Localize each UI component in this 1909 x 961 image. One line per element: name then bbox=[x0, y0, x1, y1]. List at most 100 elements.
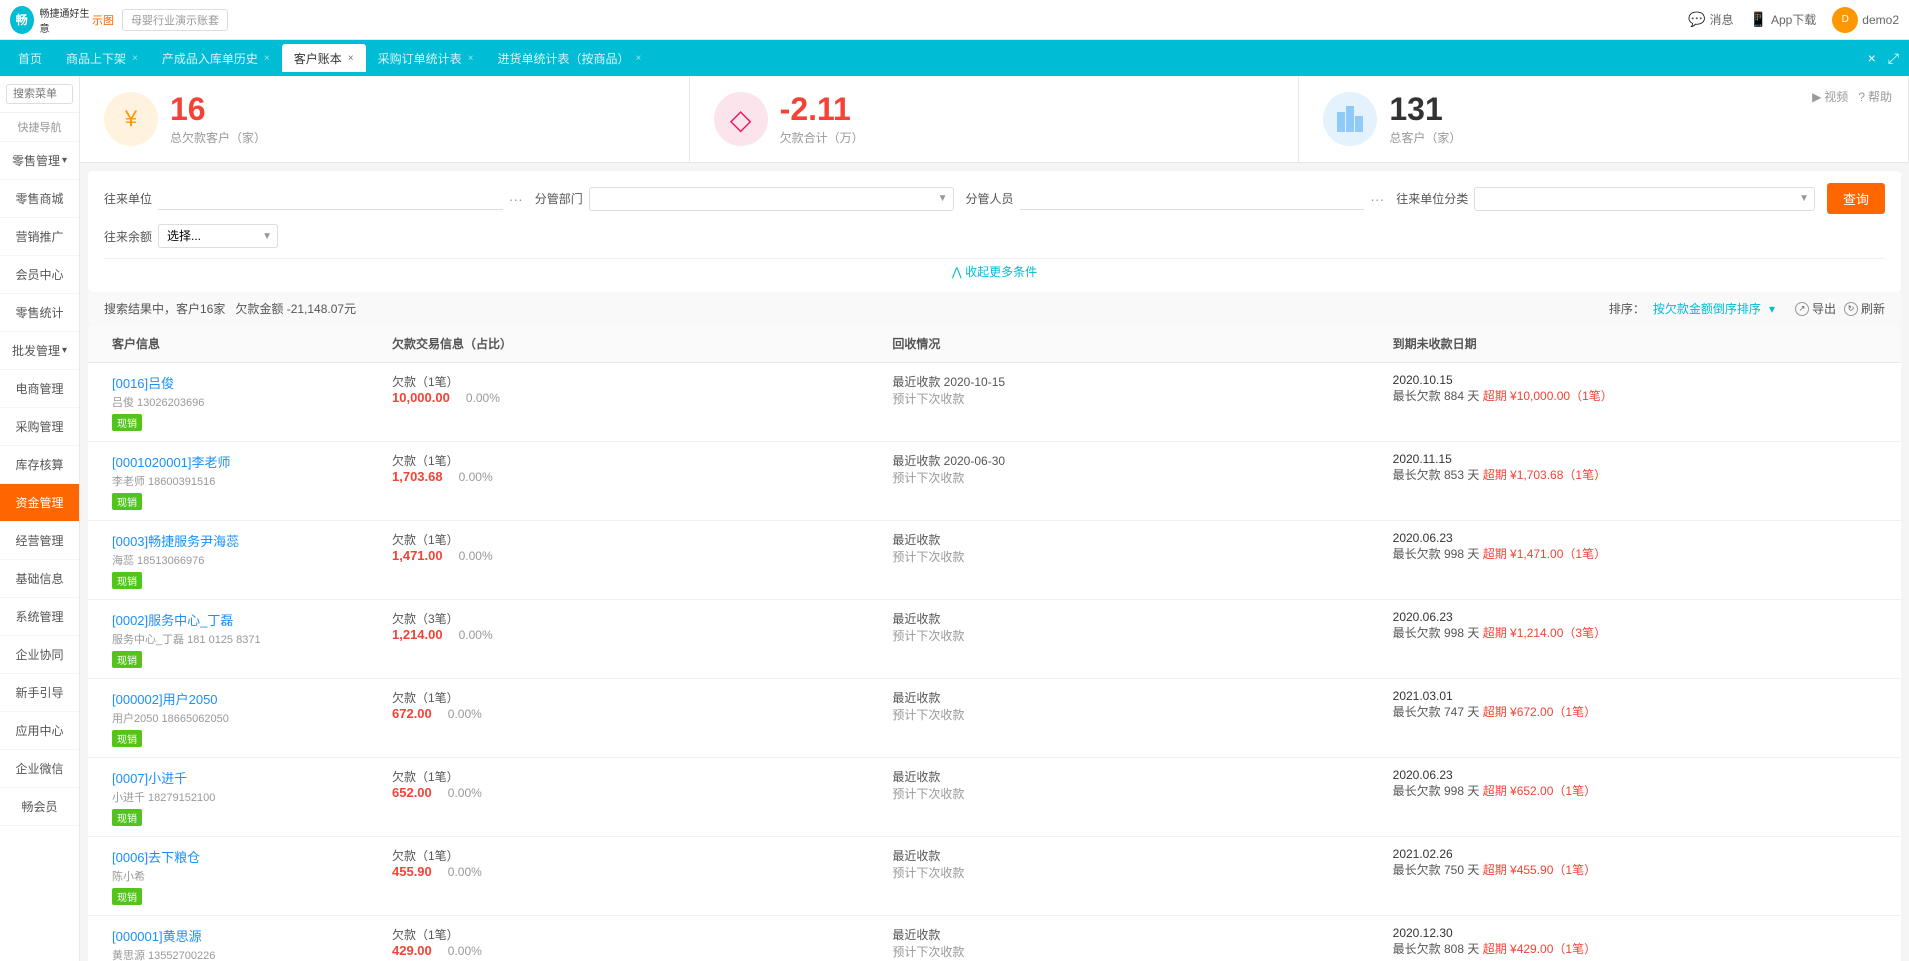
sidebar-item-finance[interactable]: 资金管理 bbox=[0, 484, 79, 522]
tab-customer-close[interactable]: × bbox=[348, 53, 354, 64]
customer-name[interactable]: [0003]畅捷服务尹海蕊 bbox=[112, 531, 376, 550]
collection-info-cell: 最近收款 预计下次收款 bbox=[884, 610, 1384, 644]
sort-select[interactable]: 按欠款金额倒序排序 bbox=[1653, 300, 1761, 317]
filter-input-person[interactable] bbox=[1020, 187, 1365, 210]
filter-label-from-unit: 往来单位 bbox=[104, 190, 152, 207]
sidebar-item-retail-stat[interactable]: 零售统计 bbox=[0, 294, 79, 332]
debt-pct: 0.00% bbox=[448, 944, 482, 958]
debt-amount[interactable]: 1,703.68 bbox=[392, 469, 443, 484]
sidebar-item-operation[interactable]: 经营管理 bbox=[0, 522, 79, 560]
tab-goods-close[interactable]: × bbox=[132, 53, 138, 64]
overdue-link[interactable]: 超期 ¥455.90（1笔） bbox=[1483, 863, 1596, 877]
export-btn[interactable]: ↗ 导出 bbox=[1795, 300, 1836, 317]
sidebar-item-retail-mgmt[interactable]: 零售管理 ▾ bbox=[0, 142, 79, 180]
debt-count: 欠款（1笔） bbox=[392, 452, 876, 469]
sidebar-item-wechat[interactable]: 企业微信 bbox=[0, 750, 79, 788]
overdue-link[interactable]: 超期 ¥1,471.00（1笔） bbox=[1483, 547, 1606, 561]
tab-products-close[interactable]: × bbox=[264, 53, 270, 64]
filter-group-person: 分管人员 ··· bbox=[966, 187, 1385, 210]
sidebar-search-area bbox=[0, 76, 79, 113]
sidebar-item-app-center[interactable]: 应用中心 bbox=[0, 712, 79, 750]
customer-name[interactable]: [0006]去下粮仓 bbox=[112, 847, 376, 866]
filter-ellipsis-person[interactable]: ··· bbox=[1370, 191, 1384, 207]
debt-info-cell: 欠款（1笔） 1,471.00 0.00% bbox=[384, 531, 884, 563]
customer-name[interactable]: [000002]用户2050 bbox=[112, 689, 376, 708]
debt-amount[interactable]: 455.90 bbox=[392, 864, 432, 879]
stat-info-debt-customers: 16 总欠款客户（家） bbox=[170, 93, 266, 146]
sidebar-item-system[interactable]: 系统管理 bbox=[0, 598, 79, 636]
refresh-btn[interactable]: ↻ 刷新 bbox=[1844, 300, 1885, 317]
customer-tag: 现销 bbox=[112, 414, 142, 431]
debt-pct: 0.00% bbox=[448, 786, 482, 800]
search-input[interactable] bbox=[6, 84, 73, 104]
tab-purchase[interactable]: 采购订单统计表 × bbox=[366, 44, 486, 72]
collection-next: 预计下次收款 bbox=[892, 627, 1376, 644]
overdue-link[interactable]: 超期 ¥652.00（1笔） bbox=[1483, 784, 1596, 798]
customer-name[interactable]: [0002]服务中心_丁磊 bbox=[112, 610, 376, 629]
sidebar-item-batch-mgmt[interactable]: 批发管理 ▾ bbox=[0, 332, 79, 370]
filter-select-balance[interactable]: 选择... bbox=[158, 224, 278, 248]
industry-label: 母婴行业演示账套 bbox=[122, 9, 228, 31]
debt-amount[interactable]: 429.00 bbox=[392, 943, 432, 958]
customer-name[interactable]: [0016]吕俊 bbox=[112, 373, 376, 392]
sidebar-item-guide[interactable]: 新手引导 bbox=[0, 674, 79, 712]
help-btn[interactable]: ? 帮助 bbox=[1858, 88, 1892, 105]
sidebar-item-purchase-mgmt[interactable]: 采购管理 bbox=[0, 408, 79, 446]
user-menu[interactable]: D demo2 bbox=[1832, 7, 1899, 33]
customer-tag: 现销 bbox=[112, 572, 142, 589]
sidebar-item-marketing[interactable]: 营销推广 bbox=[0, 218, 79, 256]
tab-customer[interactable]: 客户账本 × bbox=[282, 44, 366, 72]
search-button[interactable]: 查询 bbox=[1827, 183, 1885, 214]
sidebar-item-quick-nav: 快捷导航 bbox=[0, 113, 79, 142]
customer-name[interactable]: [0007]小进千 bbox=[112, 768, 376, 787]
sidebar-item-vip[interactable]: 畅会员 bbox=[0, 788, 79, 826]
debt-count: 欠款（3笔） bbox=[392, 610, 876, 627]
app-download-btn[interactable]: 📱 App下载 bbox=[1750, 11, 1817, 28]
collection-date: 最近收款 bbox=[892, 689, 1376, 706]
overdue-link[interactable]: 超期 ¥10,000.00（1笔） bbox=[1483, 389, 1613, 403]
tab-goods[interactable]: 商品上下架 × bbox=[54, 44, 150, 72]
video-btn[interactable]: ▶ 视频 bbox=[1812, 88, 1848, 105]
filter-select-dept[interactable] bbox=[589, 187, 954, 211]
close-all-tabs-btn[interactable]: × bbox=[1864, 48, 1880, 69]
message-btn[interactable]: 💬 消息 bbox=[1688, 11, 1733, 28]
overdue-link[interactable]: 超期 ¥672.00（1笔） bbox=[1483, 705, 1596, 719]
overdue-days: 最长欠款 998 天 超期 ¥1,471.00（1笔） bbox=[1393, 545, 1877, 562]
sidebar-item-member[interactable]: 会员中心 bbox=[0, 256, 79, 294]
filter-select-unit-type[interactable] bbox=[1474, 187, 1815, 211]
customer-name[interactable]: [0001020001]李老师 bbox=[112, 452, 376, 471]
debt-amount[interactable]: 1,471.00 bbox=[392, 548, 443, 563]
debt-amount[interactable]: 672.00 bbox=[392, 706, 432, 721]
tab-home[interactable]: 首页 bbox=[6, 44, 54, 72]
filter-ellipsis-from-unit[interactable]: ··· bbox=[509, 191, 523, 207]
overdue-link[interactable]: 超期 ¥1,214.00（3笔） bbox=[1483, 626, 1606, 640]
sidebar-item-retail-mall[interactable]: 零售商城 bbox=[0, 180, 79, 218]
customer-name[interactable]: [000001]黄思源 bbox=[112, 926, 376, 945]
debt-amount[interactable]: 1,214.00 bbox=[392, 627, 443, 642]
collapse-bar[interactable]: ⋀ 收起更多条件 bbox=[104, 258, 1885, 284]
sidebar-item-ecommerce[interactable]: 电商管理 bbox=[0, 370, 79, 408]
content-area: ¥ 16 总欠款客户（家） ◇ -2.11 欠款合计（万） bbox=[80, 76, 1909, 961]
overdue-link[interactable]: 超期 ¥429.00（1笔） bbox=[1483, 942, 1596, 956]
collection-info-cell: 最近收款 2020-10-15 预计下次收款 bbox=[884, 373, 1384, 407]
debt-amount[interactable]: 10,000.00 bbox=[392, 390, 450, 405]
sidebar-item-basic-info[interactable]: 基础信息 bbox=[0, 560, 79, 598]
sidebar-item-stock-check[interactable]: 库存核算 bbox=[0, 446, 79, 484]
customer-tag: 现销 bbox=[112, 730, 142, 747]
customer-tag: 现销 bbox=[112, 493, 142, 510]
collection-date: 最近收款 bbox=[892, 847, 1376, 864]
stat-icon-debt-amount: ◇ bbox=[714, 92, 768, 146]
tab-products[interactable]: 产成品入库单历史 × bbox=[150, 44, 282, 72]
debt-amount[interactable]: 652.00 bbox=[392, 785, 432, 800]
filter-input-from-unit[interactable] bbox=[158, 187, 503, 210]
table-row: [0001020001]李老师 李老师 18600391516 现销 欠款（1笔… bbox=[88, 442, 1901, 521]
tab-instock-close[interactable]: × bbox=[635, 53, 641, 64]
sidebar-item-enterprise[interactable]: 企业协同 bbox=[0, 636, 79, 674]
debt-count: 欠款（1笔） bbox=[392, 689, 876, 706]
due-date-cell: 2020.06.23 最长欠款 998 天 超期 ¥1,214.00（3笔） bbox=[1385, 610, 1885, 641]
due-date: 2020.12.30 bbox=[1393, 926, 1877, 940]
overdue-link[interactable]: 超期 ¥1,703.68（1笔） bbox=[1483, 468, 1606, 482]
expand-tabs-btn[interactable]: ⤢ bbox=[1884, 48, 1903, 69]
tab-purchase-close[interactable]: × bbox=[468, 53, 474, 64]
tab-instock[interactable]: 进货单统计表（按商品） × bbox=[485, 44, 653, 72]
